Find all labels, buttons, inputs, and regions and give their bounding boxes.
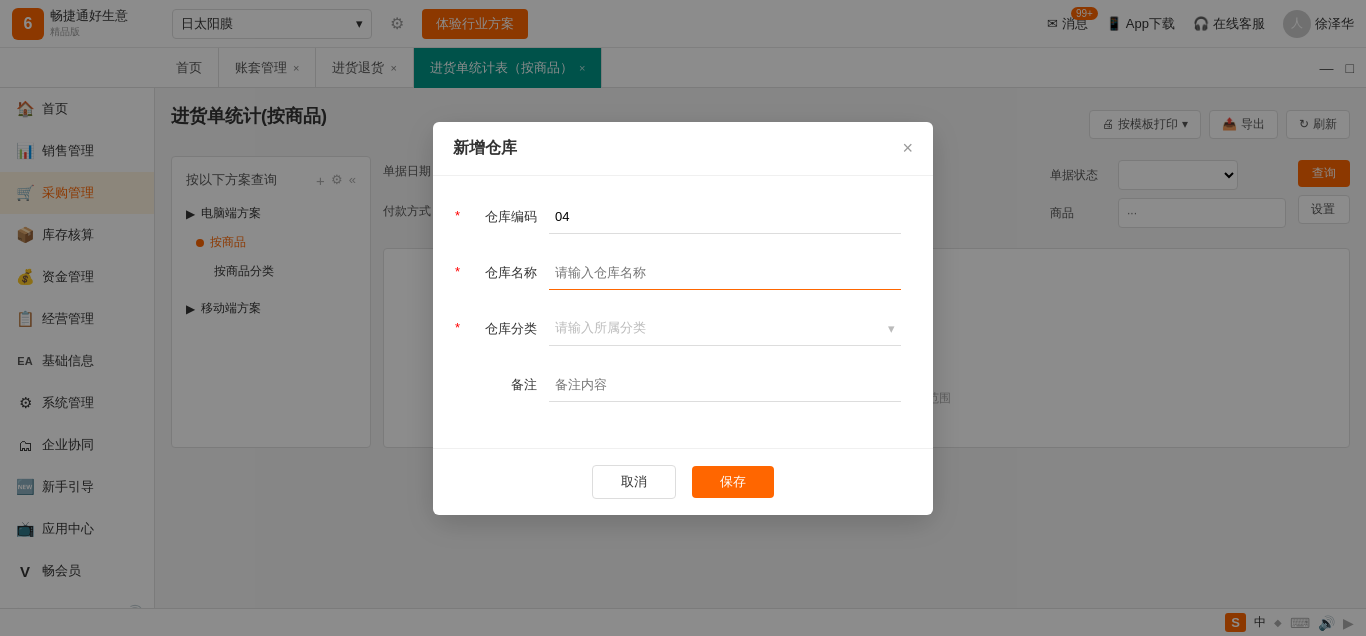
save-button[interactable]: 保存 <box>692 466 774 498</box>
modal-header: 新增仓库 × <box>433 122 933 176</box>
remark-label: 备注 <box>465 376 537 394</box>
category-label: 仓库分类 <box>465 320 537 338</box>
category-placeholder: 请输入所属分类 <box>555 319 646 337</box>
modal-body: 仓库编码 仓库名称 仓库分类 请输入所属分类 ▾ 备注 <box>433 176 933 448</box>
modal-overlay: 新增仓库 × 仓库编码 仓库名称 仓库分类 请输入所属分类 ▾ <box>0 0 1366 636</box>
form-row-name: 仓库名称 <box>465 256 901 290</box>
name-label: 仓库名称 <box>465 264 537 282</box>
name-input[interactable] <box>549 256 901 290</box>
modal-close-button[interactable]: × <box>902 139 913 157</box>
code-label: 仓库编码 <box>465 208 537 226</box>
modal-title: 新增仓库 <box>453 138 517 159</box>
add-warehouse-modal: 新增仓库 × 仓库编码 仓库名称 仓库分类 请输入所属分类 ▾ <box>433 122 933 515</box>
remark-input[interactable] <box>549 368 901 402</box>
form-row-code: 仓库编码 <box>465 200 901 234</box>
cancel-button[interactable]: 取消 <box>592 465 676 499</box>
category-arrow-icon: ▾ <box>888 321 895 336</box>
form-row-category: 仓库分类 请输入所属分类 ▾ <box>465 312 901 346</box>
modal-footer: 取消 保存 <box>433 448 933 515</box>
form-row-remark: 备注 <box>465 368 901 402</box>
category-select[interactable]: 请输入所属分类 ▾ <box>549 312 901 346</box>
code-input[interactable] <box>549 200 901 234</box>
